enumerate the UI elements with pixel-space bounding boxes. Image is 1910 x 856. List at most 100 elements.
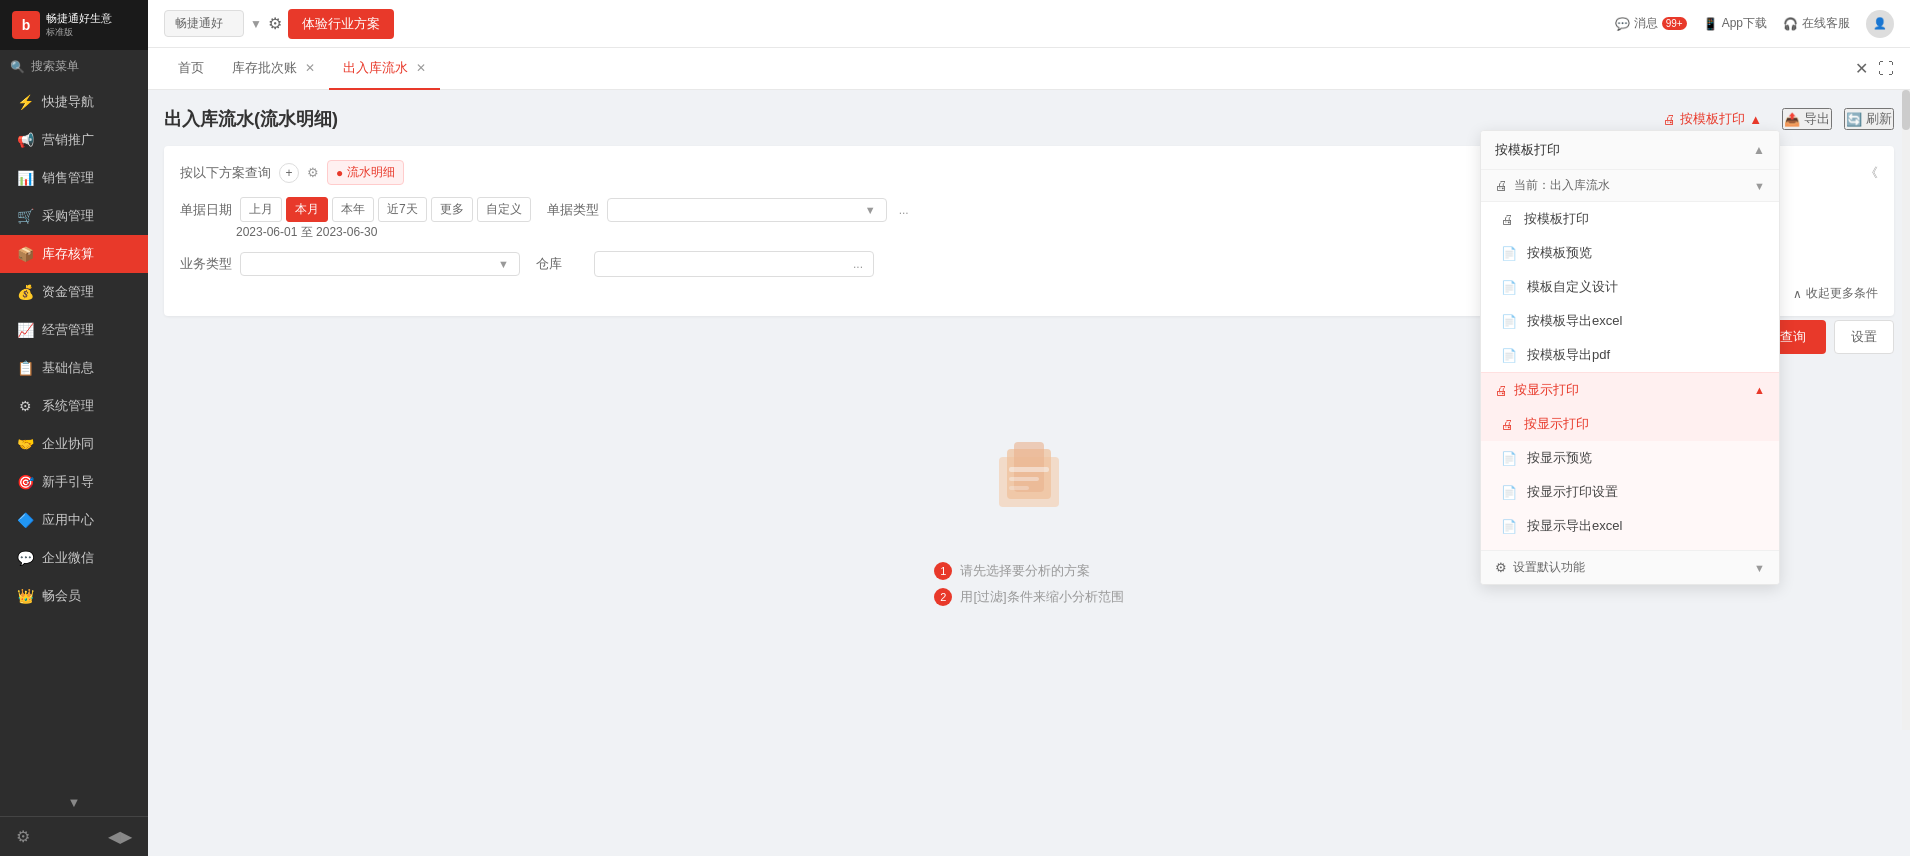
svg-rect-5 xyxy=(1009,486,1029,490)
filter-add-button[interactable]: + xyxy=(279,163,299,183)
header-username[interactable]: 畅捷通好 xyxy=(164,10,244,37)
chevron-up-icon: ▲ xyxy=(1749,112,1762,127)
dropdown-item-template-preview[interactable]: 按模板预览 xyxy=(1481,236,1779,270)
sidebar-item-label: 采购管理 xyxy=(42,207,94,225)
sidebar-item-purchase[interactable]: 🛒 采购管理 xyxy=(0,197,148,235)
sidebar-item-marketing[interactable]: 📢 营销推广 xyxy=(0,121,148,159)
tab-batch-account[interactable]: 库存批次账 ✕ xyxy=(218,48,329,90)
step-1-num: 1 xyxy=(934,562,952,580)
sidebar-item-finance[interactable]: 💰 资金管理 xyxy=(0,273,148,311)
sidebar-item-basic[interactable]: 📋 基础信息 xyxy=(0,349,148,387)
dropdown-item-display-preview[interactable]: 按显示预览 xyxy=(1481,441,1779,475)
sidebar-item-quick-nav[interactable]: ⚡ 快捷导航 xyxy=(0,83,148,121)
set-button[interactable]: 设置 xyxy=(1834,320,1894,354)
sidebar-item-member[interactable]: 👑 畅会员 xyxy=(0,577,148,615)
template-design-icon xyxy=(1501,279,1517,295)
biz-type-select[interactable]: ▼ xyxy=(240,252,520,276)
dropdown-item-template-export-pdf[interactable]: 按模板导出pdf xyxy=(1481,338,1779,372)
display-preview-label: 按显示预览 xyxy=(1527,449,1592,467)
header-dropdown-icon[interactable]: ▼ xyxy=(250,17,262,31)
tab-batch-close-icon[interactable]: ✕ xyxy=(305,61,315,75)
dropdown-item-template-print[interactable]: 按模板打印 xyxy=(1481,202,1779,236)
voucher-type-label: 单据类型 xyxy=(547,201,599,219)
warehouse-more[interactable]: ... xyxy=(853,257,863,271)
date-btn-more[interactable]: 更多 xyxy=(431,197,473,222)
tab-flow-close-icon[interactable]: ✕ xyxy=(416,61,426,75)
empty-illustration xyxy=(979,427,1079,546)
header-settings-icon[interactable]: ⚙ xyxy=(268,14,282,33)
dropdown-item-display-export-pdf[interactable]: 按显示导出pdf xyxy=(1481,543,1779,550)
tab-batch-account-label: 库存批次账 xyxy=(232,59,297,77)
template-print-icon xyxy=(1501,211,1514,227)
app-download-item[interactable]: 📱 App下载 xyxy=(1703,15,1767,32)
header-user-area: 畅捷通好 ▼ ⚙ 体验行业方案 xyxy=(164,9,1605,39)
sidebar-item-label: 系统管理 xyxy=(42,397,94,415)
dropdown-item-display-export-excel[interactable]: 按显示导出excel xyxy=(1481,509,1779,543)
voucher-type-select[interactable]: ▼ xyxy=(607,198,887,222)
online-service-item[interactable]: 🎧 在线客服 xyxy=(1783,15,1850,32)
dropdown-scroll-area: 🖨 当前：出入库流水 ▼ 按模板打印 按模板预览 模板自定义设计 按模板导出ex… xyxy=(1481,170,1779,550)
date-btn-7days[interactable]: 近7天 xyxy=(378,197,427,222)
wechat-icon: 💬 xyxy=(16,549,34,567)
sidebar-item-app-center[interactable]: 🔷 应用中心 xyxy=(0,501,148,539)
export-button[interactable]: 📤 导出 xyxy=(1782,108,1832,130)
sidebar-item-newbie[interactable]: 🎯 新手引导 xyxy=(0,463,148,501)
print-template-button[interactable]: 🖨 按模板打印 ▲ xyxy=(1655,106,1770,132)
voucher-type-more[interactable]: ... xyxy=(899,203,909,217)
sidebar-item-label: 基础信息 xyxy=(42,359,94,377)
date-btn-this-year[interactable]: 本年 xyxy=(332,197,374,222)
filter-settings-icon[interactable]: ⚙ xyxy=(307,165,319,180)
dropdown-item-template-design[interactable]: 模板自定义设计 xyxy=(1481,270,1779,304)
sidebar-item-enterprise[interactable]: 🤝 企业协同 xyxy=(0,425,148,463)
dropdown-header-arrow-icon[interactable]: ▲ xyxy=(1753,143,1765,157)
sidebar-item-label: 新手引导 xyxy=(42,473,94,491)
date-btn-custom[interactable]: 自定义 xyxy=(477,197,531,222)
date-btn-this-month[interactable]: 本月 xyxy=(286,197,328,222)
collapse-icon[interactable]: ◀▶ xyxy=(108,827,132,846)
date-btn-last-month[interactable]: 上月 xyxy=(240,197,282,222)
app-subtitle: 标准版 xyxy=(46,26,112,39)
marketing-icon: 📢 xyxy=(16,131,34,149)
scrollbar-thumb[interactable] xyxy=(1902,90,1910,130)
sidebar-item-label: 应用中心 xyxy=(42,511,94,529)
sidebar-scroll-down[interactable]: ▼ xyxy=(0,789,148,816)
chevron-up-icon: ∧ xyxy=(1793,287,1802,301)
trial-button[interactable]: 体验行业方案 xyxy=(288,9,394,39)
headset-icon: 🎧 xyxy=(1783,17,1798,31)
sidebar-item-system[interactable]: ⚙ 系统管理 xyxy=(0,387,148,425)
date-label: 单据日期 xyxy=(180,201,232,219)
filter-active-tag[interactable]: ● 流水明细 xyxy=(327,160,404,185)
dropdown-header: 按模板打印 ▲ xyxy=(1481,131,1779,170)
export-icon: 📤 xyxy=(1784,112,1800,127)
warehouse-label: 仓库 xyxy=(536,255,586,273)
dropdown-item-template-export-excel[interactable]: 按模板导出excel xyxy=(1481,304,1779,338)
sidebar-item-sales[interactable]: 📊 销售管理 xyxy=(0,159,148,197)
sidebar-search[interactable]: 🔍 搜索菜单 xyxy=(0,50,148,83)
template-design-label: 模板自定义设计 xyxy=(1527,278,1618,296)
sidebar-item-operation[interactable]: 📈 经营管理 xyxy=(0,311,148,349)
tab-home[interactable]: 首页 xyxy=(164,48,218,90)
avatar[interactable]: 👤 xyxy=(1866,10,1894,38)
tab-fullscreen-icon[interactable]: ⛶ xyxy=(1878,60,1894,78)
sidebar-item-inventory[interactable]: 📦 库存核算 xyxy=(0,235,148,273)
dropdown-item-display-print[interactable]: 按显示打印 xyxy=(1481,407,1779,441)
collapse-button[interactable]: ∧ 收起更多条件 xyxy=(1793,285,1878,302)
filter-collapse-icon[interactable]: 《 xyxy=(1865,164,1878,182)
filter-label: 按以下方案查询 xyxy=(180,164,271,182)
search-label: 搜索菜单 xyxy=(31,58,79,75)
dropdown-item-display-print-settings[interactable]: 按显示打印设置 xyxy=(1481,475,1779,509)
tab-flow[interactable]: 出入库流水 ✕ xyxy=(329,48,440,90)
settings-icon[interactable]: ⚙ xyxy=(16,827,30,846)
warehouse-select[interactable]: ... xyxy=(594,251,874,277)
dropdown-footer-label[interactable]: 设置默认功能 xyxy=(1513,559,1585,576)
template-pdf-label: 按模板导出pdf xyxy=(1527,346,1610,364)
sidebar-item-wechat[interactable]: 💬 企业微信 xyxy=(0,539,148,577)
basic-icon: 📋 xyxy=(16,359,34,377)
refresh-button[interactable]: 🔄 刷新 xyxy=(1844,108,1894,130)
display-excel-label: 按显示导出excel xyxy=(1527,517,1622,535)
display-excel-icon xyxy=(1501,518,1517,534)
display-print-settings-label: 按显示打印设置 xyxy=(1527,483,1618,501)
dropdown-footer-arrow-icon[interactable]: ▼ xyxy=(1754,562,1765,574)
message-item[interactable]: 💬 消息 99+ xyxy=(1615,15,1687,32)
tab-close-all-icon[interactable]: ✕ xyxy=(1855,59,1868,78)
